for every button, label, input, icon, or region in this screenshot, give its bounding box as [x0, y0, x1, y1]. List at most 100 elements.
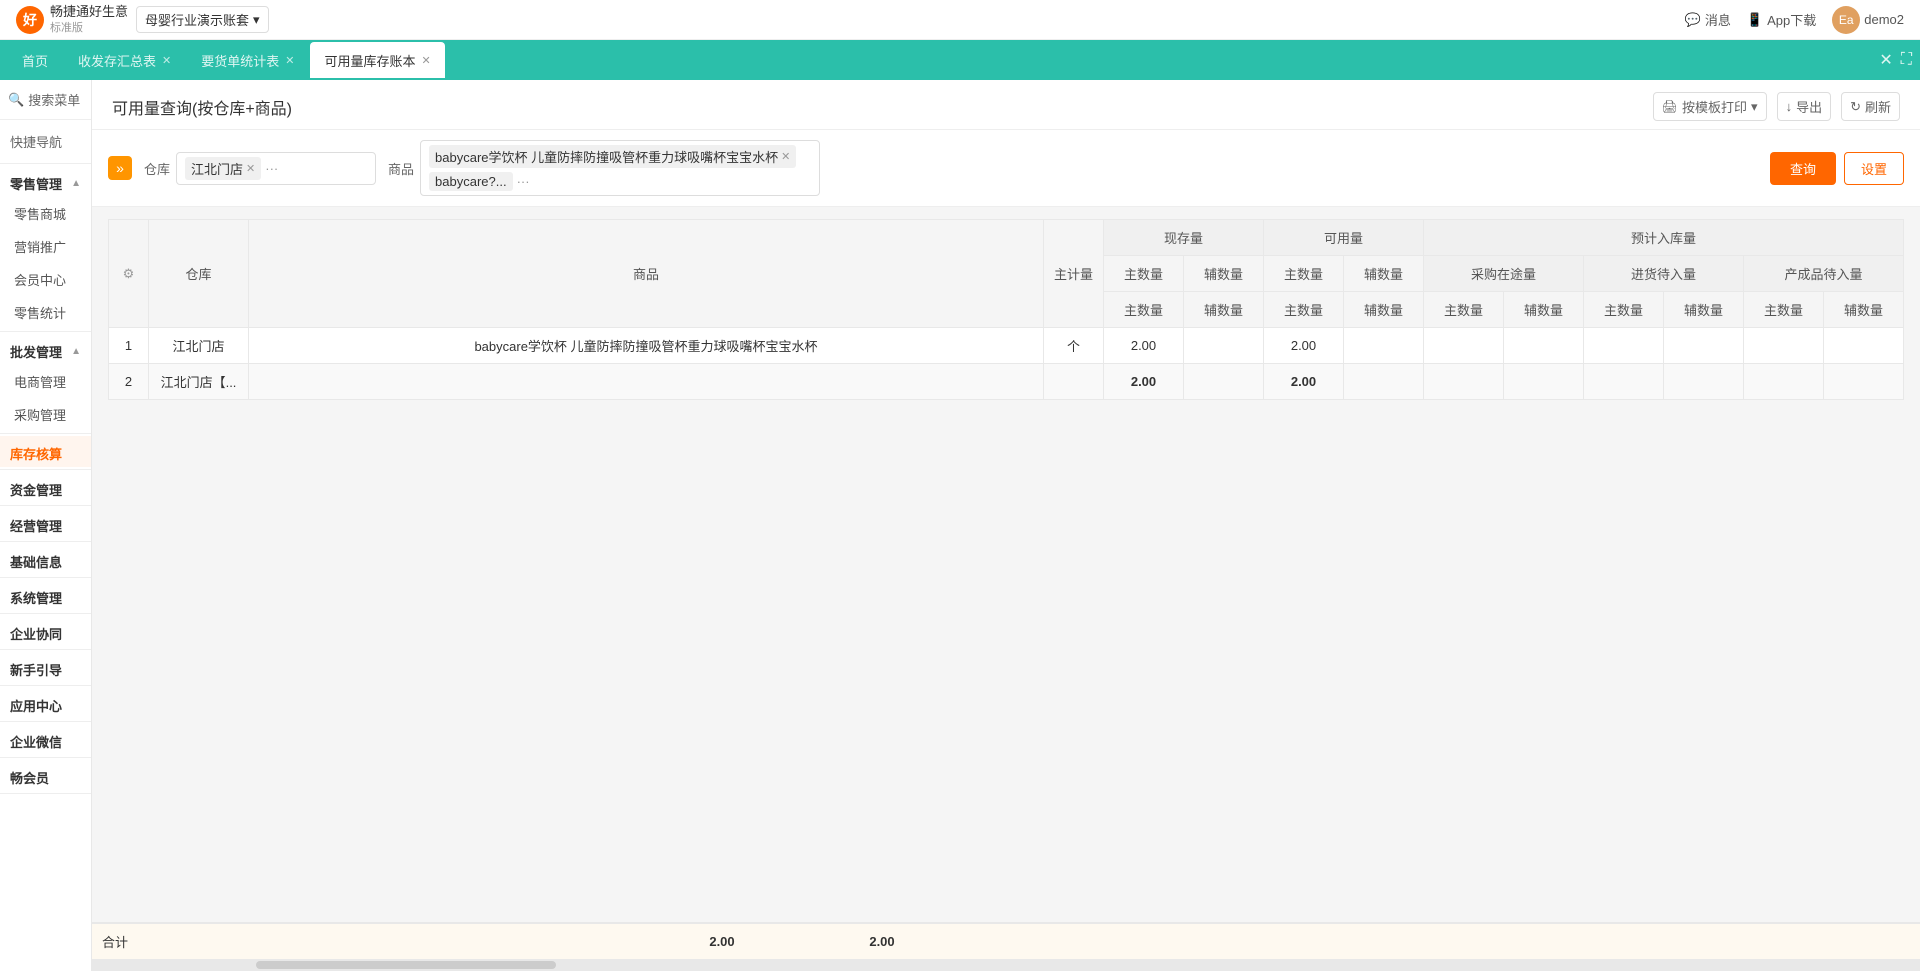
export-btn[interactable]: ↓ 导出 — [1777, 92, 1832, 121]
warehouse-filter: 仓库 江北门店 ✕ ··· — [144, 152, 376, 185]
tab-receipt-summary[interactable]: 收发存汇总表 ✕ — [64, 42, 185, 78]
message-btn[interactable]: 💬 消息 — [1685, 10, 1731, 29]
cell-prod-aux-2 — [1824, 364, 1904, 400]
print-icon: 🖨 — [1662, 99, 1679, 115]
cell-stock-main-1: 2.00 — [1104, 328, 1184, 364]
sidebar-section-enterprise-header[interactable]: 企业协同 — [0, 616, 91, 647]
cell-pend-main-1 — [1584, 328, 1664, 364]
user-area[interactable]: Ea demo2 — [1832, 6, 1904, 34]
refresh-icon: ↻ — [1850, 99, 1861, 115]
cell-pend-aux-2 — [1664, 364, 1744, 400]
tab-fullscreen[interactable]: ⛶ — [1901, 51, 1912, 69]
cell-warehouse-2: 江北门店【... — [149, 364, 249, 400]
tab-close-all[interactable]: ✕ — [1879, 50, 1892, 70]
logo-icon: 好 — [16, 6, 44, 34]
sidebar-search[interactable]: 🔍 搜索菜单 — [0, 80, 91, 120]
sidebar-section-inventory-header[interactable]: 库存核算 — [0, 436, 91, 467]
main-layout: 🔍 搜索菜单 快捷导航 零售管理 ▲ 零售商城 营销推广 会员中心 零售统计 — [0, 80, 1920, 971]
product-tag-1-remove[interactable]: ✕ — [781, 150, 790, 163]
th-pending-main: 主数量 — [1584, 292, 1664, 328]
cell-no-1: 1 — [109, 328, 149, 364]
cell-pur-main-1 — [1424, 328, 1504, 364]
page-header: 可用量查询(按仓库+商品) 🖨 按模板打印 ▾ ↓ 导出 ↻ 刷新 — [92, 80, 1920, 130]
settings-icon[interactable]: ⚙ — [123, 266, 135, 281]
th-current-stock: 现存量 — [1104, 220, 1264, 256]
sidebar-section-enterprise: 企业协同 — [0, 614, 91, 650]
sidebar-section-basic: 基础信息 — [0, 542, 91, 578]
tab-close-receipt[interactable]: ✕ — [162, 54, 171, 67]
app-icon: 📱 — [1747, 12, 1763, 28]
sidebar-section-zero-retail: 零售管理 ▲ 零售商城 营销推广 会员中心 零售统计 — [0, 164, 91, 332]
th-main-unit: 主计量 — [1044, 220, 1104, 328]
th-warehouse: 仓库 — [149, 220, 249, 328]
sidebar-section-vip: 畅会员 — [0, 758, 91, 794]
th-purchase-main: 主数量 — [1424, 292, 1504, 328]
avatar: Ea — [1832, 6, 1860, 34]
print-btn[interactable]: 🖨 按模板打印 ▾ — [1653, 92, 1767, 121]
query-btn[interactable]: 查询 — [1770, 152, 1836, 185]
refresh-btn[interactable]: ↻ 刷新 — [1841, 92, 1900, 121]
table-row: 2 江北门店【... 2.00 2.00 — [109, 364, 1904, 400]
expand-filter-btn[interactable]: » — [108, 156, 132, 180]
tab-close-available[interactable]: ✕ — [422, 54, 431, 67]
app-download-btn[interactable]: 📱 App下载 — [1747, 10, 1816, 29]
tab-home[interactable]: 首页 — [8, 42, 62, 78]
sidebar-section-newbie-header[interactable]: 新手引导 — [0, 652, 91, 683]
warehouse-tag-remove[interactable]: ✕ — [246, 162, 255, 175]
scrollbar-thumb[interactable] — [256, 961, 556, 969]
th-available: 可用量 — [1264, 220, 1424, 256]
cell-prod-main-2 — [1744, 364, 1824, 400]
logo-area: 好 畅捷通好生意 标准版 — [16, 4, 128, 35]
sidebar-section-wechat-header[interactable]: 企业微信 — [0, 724, 91, 755]
product-filter: 商品 babycare学饮杯 儿童防摔防撞吸管杯重力球吸嘴杯宝宝水杯 ✕ bab… — [388, 140, 820, 196]
sidebar-section-system: 系统管理 — [0, 578, 91, 614]
product-more-btn[interactable]: ··· — [517, 174, 530, 189]
scrollbar-area — [92, 959, 1920, 971]
cell-warehouse-1: 江北门店 — [149, 328, 249, 364]
sidebar-section-inventory: 库存核算 — [0, 434, 91, 470]
warehouse-input[interactable]: 江北门店 ✕ ··· — [176, 152, 376, 185]
sidebar-item-quick-nav[interactable]: 快捷导航 — [0, 124, 91, 159]
tab-available-stock[interactable]: 可用量库存账本 ✕ — [310, 42, 444, 78]
sidebar-section-finance-header[interactable]: 资金管理 — [0, 472, 91, 503]
sidebar-item-member[interactable]: 会员中心 — [0, 263, 91, 296]
sidebar-section-wholesale-header[interactable]: 批发管理 ▲ — [0, 334, 91, 365]
th-settings[interactable]: ⚙ — [109, 220, 149, 328]
cell-stock-aux-2 — [1184, 364, 1264, 400]
footer-avail-main: 2.00 — [842, 934, 922, 949]
sidebar-item-ecommerce[interactable]: 电商管理 — [0, 365, 91, 398]
chevron-down-icon-print: ▾ — [1751, 99, 1758, 115]
sidebar-section-business-header[interactable]: 经营管理 — [0, 508, 91, 539]
sidebar-item-purchase[interactable]: 采购管理 — [0, 398, 91, 431]
tab-order-stats[interactable]: 要货单统计表 ✕ — [187, 42, 308, 78]
sidebar-section-basic-header[interactable]: 基础信息 — [0, 544, 91, 575]
cell-prod-main-1 — [1744, 328, 1824, 364]
footer-values: 2.00 2.00 — [222, 934, 1910, 949]
th-product-main: 主数量 — [1744, 292, 1824, 328]
sidebar-item-marketing[interactable]: 营销推广 — [0, 230, 91, 263]
th-stock-aux: 辅数量 — [1184, 256, 1264, 292]
th-forecast-in: 预计入库量 — [1424, 220, 1904, 256]
chevron-up-icon: ▲ — [71, 178, 81, 189]
setting-btn[interactable]: 设置 — [1844, 152, 1904, 185]
cell-pur-aux-2 — [1504, 364, 1584, 400]
th-pending-in: 进货待入量 — [1584, 256, 1744, 292]
sidebar-section-vip-header[interactable]: 畅会员 — [0, 760, 91, 791]
sidebar-item-online-store[interactable]: 零售商城 — [0, 197, 91, 230]
sidebar-section-zero-retail-header[interactable]: 零售管理 ▲ — [0, 166, 91, 197]
th-avail-main: 主数量 — [1264, 256, 1344, 292]
sidebar-item-retail-stats[interactable]: 零售统计 — [0, 296, 91, 329]
sidebar-section-app-center-header[interactable]: 应用中心 — [0, 688, 91, 719]
th-avail-aux-qty: 辅数量 — [1344, 292, 1424, 328]
tab-close-order[interactable]: ✕ — [285, 54, 294, 67]
cell-avail-main-2: 2.00 — [1264, 364, 1344, 400]
sidebar-section-system-header[interactable]: 系统管理 — [0, 580, 91, 611]
sidebar-section-wholesale: 批发管理 ▲ 电商管理 采购管理 — [0, 332, 91, 434]
cell-unit-1: 个 — [1044, 328, 1104, 364]
industry-select[interactable]: 母婴行业演示账套 ▾ — [136, 6, 269, 33]
cell-avail-aux-1 — [1344, 328, 1424, 364]
th-stock-main-qty: 主数量 — [1104, 292, 1184, 328]
sidebar-section-finance: 资金管理 — [0, 470, 91, 506]
warehouse-more-btn[interactable]: ··· — [265, 161, 278, 176]
product-input[interactable]: babycare学饮杯 儿童防摔防撞吸管杯重力球吸嘴杯宝宝水杯 ✕ babyca… — [420, 140, 820, 196]
